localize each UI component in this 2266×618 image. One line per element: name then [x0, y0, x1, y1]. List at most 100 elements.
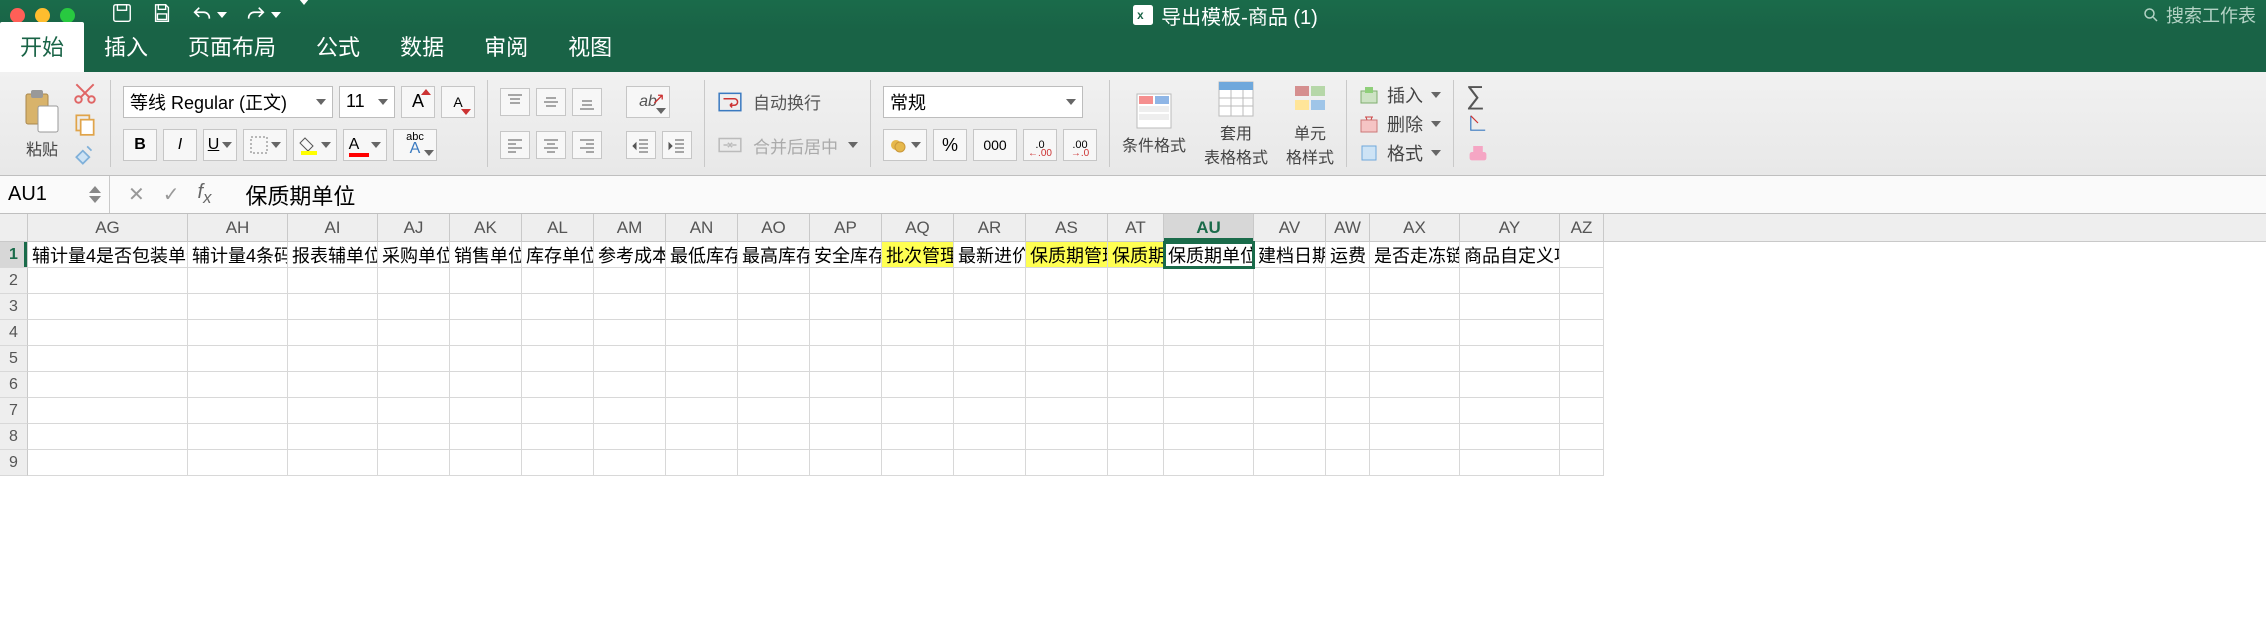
- cell-AV8[interactable]: [1254, 424, 1326, 450]
- cell-AT7[interactable]: [1108, 398, 1164, 424]
- accounting-format-button[interactable]: [883, 129, 927, 161]
- cell-AM5[interactable]: [594, 346, 666, 372]
- row-header-1[interactable]: 1: [0, 242, 28, 268]
- cell-AR2[interactable]: [954, 268, 1026, 294]
- conditional-format-button[interactable]: 条件格式: [1122, 92, 1186, 156]
- cell-AY5[interactable]: [1460, 346, 1560, 372]
- cell-AY1[interactable]: 商品自定义项: [1460, 242, 1560, 268]
- fill-button[interactable]: [1466, 111, 1490, 140]
- merge-center-button[interactable]: 合并后居中: [717, 124, 858, 168]
- cell-AT1[interactable]: 保质期: [1108, 242, 1164, 268]
- cell-AW1[interactable]: 运费: [1326, 242, 1370, 268]
- cell-AT9[interactable]: [1108, 450, 1164, 476]
- cell-AG1[interactable]: 辅计量4是否包装单位: [28, 242, 188, 268]
- cell-AY8[interactable]: [1460, 424, 1560, 450]
- underline-button[interactable]: U: [203, 129, 237, 161]
- cell-AJ8[interactable]: [378, 424, 450, 450]
- cell-AW6[interactable]: [1326, 372, 1370, 398]
- cell-AT3[interactable]: [1108, 294, 1164, 320]
- cell-AU5[interactable]: [1164, 346, 1254, 372]
- cell-AV6[interactable]: [1254, 372, 1326, 398]
- font-color-button[interactable]: A: [343, 129, 387, 161]
- cut-icon[interactable]: [72, 80, 98, 111]
- cell-AZ1[interactable]: [1560, 242, 1604, 268]
- cell-AK7[interactable]: [450, 398, 522, 424]
- cell-AI1[interactable]: 报表辅单位: [288, 242, 378, 268]
- cell-AU3[interactable]: [1164, 294, 1254, 320]
- zoom-window-button[interactable]: [60, 8, 75, 23]
- cell-AN7[interactable]: [666, 398, 738, 424]
- cell-AS3[interactable]: [1026, 294, 1108, 320]
- cell-AV5[interactable]: [1254, 346, 1326, 372]
- font-size-dropdown[interactable]: 11: [339, 86, 395, 118]
- cell-AY4[interactable]: [1460, 320, 1560, 346]
- row-header-7[interactable]: 7: [0, 398, 28, 424]
- cell-AY6[interactable]: [1460, 372, 1560, 398]
- cell-AS1[interactable]: 保质期管理: [1026, 242, 1108, 268]
- select-all-corner[interactable]: [0, 214, 28, 242]
- cell-AV2[interactable]: [1254, 268, 1326, 294]
- cell-AQ8[interactable]: [882, 424, 954, 450]
- cell-AQ6[interactable]: [882, 372, 954, 398]
- increase-font-button[interactable]: A: [401, 86, 435, 118]
- row-header-9[interactable]: 9: [0, 450, 28, 476]
- borders-button[interactable]: [243, 129, 287, 161]
- column-header-AY[interactable]: AY: [1460, 214, 1560, 241]
- cell-AX1[interactable]: 是否走冻链: [1370, 242, 1460, 268]
- cell-AX4[interactable]: [1370, 320, 1460, 346]
- fx-icon[interactable]: fx: [198, 181, 212, 208]
- column-header-AM[interactable]: AM: [594, 214, 666, 241]
- cell-AU1[interactable]: 保质期单位: [1164, 242, 1254, 268]
- cell-AP7[interactable]: [810, 398, 882, 424]
- cell-AM9[interactable]: [594, 450, 666, 476]
- cell-AO9[interactable]: [738, 450, 810, 476]
- cell-AS4[interactable]: [1026, 320, 1108, 346]
- cell-AU4[interactable]: [1164, 320, 1254, 346]
- cell-AP2[interactable]: [810, 268, 882, 294]
- tab-视图[interactable]: 视图: [548, 22, 632, 72]
- font-name-dropdown[interactable]: 等线 Regular (正文): [123, 86, 333, 118]
- cell-AR4[interactable]: [954, 320, 1026, 346]
- cell-AN3[interactable]: [666, 294, 738, 320]
- cell-AH3[interactable]: [188, 294, 288, 320]
- cell-AV1[interactable]: 建档日期: [1254, 242, 1326, 268]
- cell-AS9[interactable]: [1026, 450, 1108, 476]
- tab-插入[interactable]: 插入: [84, 22, 168, 72]
- column-header-AK[interactable]: AK: [450, 214, 522, 241]
- cell-AR3[interactable]: [954, 294, 1026, 320]
- cell-AN6[interactable]: [666, 372, 738, 398]
- cell-AK2[interactable]: [450, 268, 522, 294]
- cell-AQ7[interactable]: [882, 398, 954, 424]
- cell-AQ4[interactable]: [882, 320, 954, 346]
- cell-AY9[interactable]: [1460, 450, 1560, 476]
- cell-AH6[interactable]: [188, 372, 288, 398]
- column-header-AU[interactable]: AU: [1164, 214, 1254, 241]
- autosum-button[interactable]: ∑: [1466, 80, 1490, 111]
- cell-AG4[interactable]: [28, 320, 188, 346]
- align-left-button[interactable]: [500, 131, 530, 159]
- clear-button[interactable]: [1466, 140, 1490, 169]
- cell-AL6[interactable]: [522, 372, 594, 398]
- cell-AM8[interactable]: [594, 424, 666, 450]
- cell-AW8[interactable]: [1326, 424, 1370, 450]
- close-window-button[interactable]: [10, 8, 25, 23]
- cell-AP6[interactable]: [810, 372, 882, 398]
- cell-AR9[interactable]: [954, 450, 1026, 476]
- cell-AG6[interactable]: [28, 372, 188, 398]
- cell-AZ2[interactable]: [1560, 268, 1604, 294]
- row-header-3[interactable]: 3: [0, 294, 28, 320]
- cell-AL2[interactable]: [522, 268, 594, 294]
- align-right-button[interactable]: [572, 131, 602, 159]
- increase-decimal-button[interactable]: .0←.00: [1023, 129, 1057, 161]
- cell-AM1[interactable]: 参考成本: [594, 242, 666, 268]
- cell-AL8[interactable]: [522, 424, 594, 450]
- cell-AV3[interactable]: [1254, 294, 1326, 320]
- cell-AL9[interactable]: [522, 450, 594, 476]
- cell-AO6[interactable]: [738, 372, 810, 398]
- row-header-5[interactable]: 5: [0, 346, 28, 372]
- cell-AH5[interactable]: [188, 346, 288, 372]
- cell-AU2[interactable]: [1164, 268, 1254, 294]
- cell-AR1[interactable]: 最新进价: [954, 242, 1026, 268]
- cell-AK5[interactable]: [450, 346, 522, 372]
- cell-AN8[interactable]: [666, 424, 738, 450]
